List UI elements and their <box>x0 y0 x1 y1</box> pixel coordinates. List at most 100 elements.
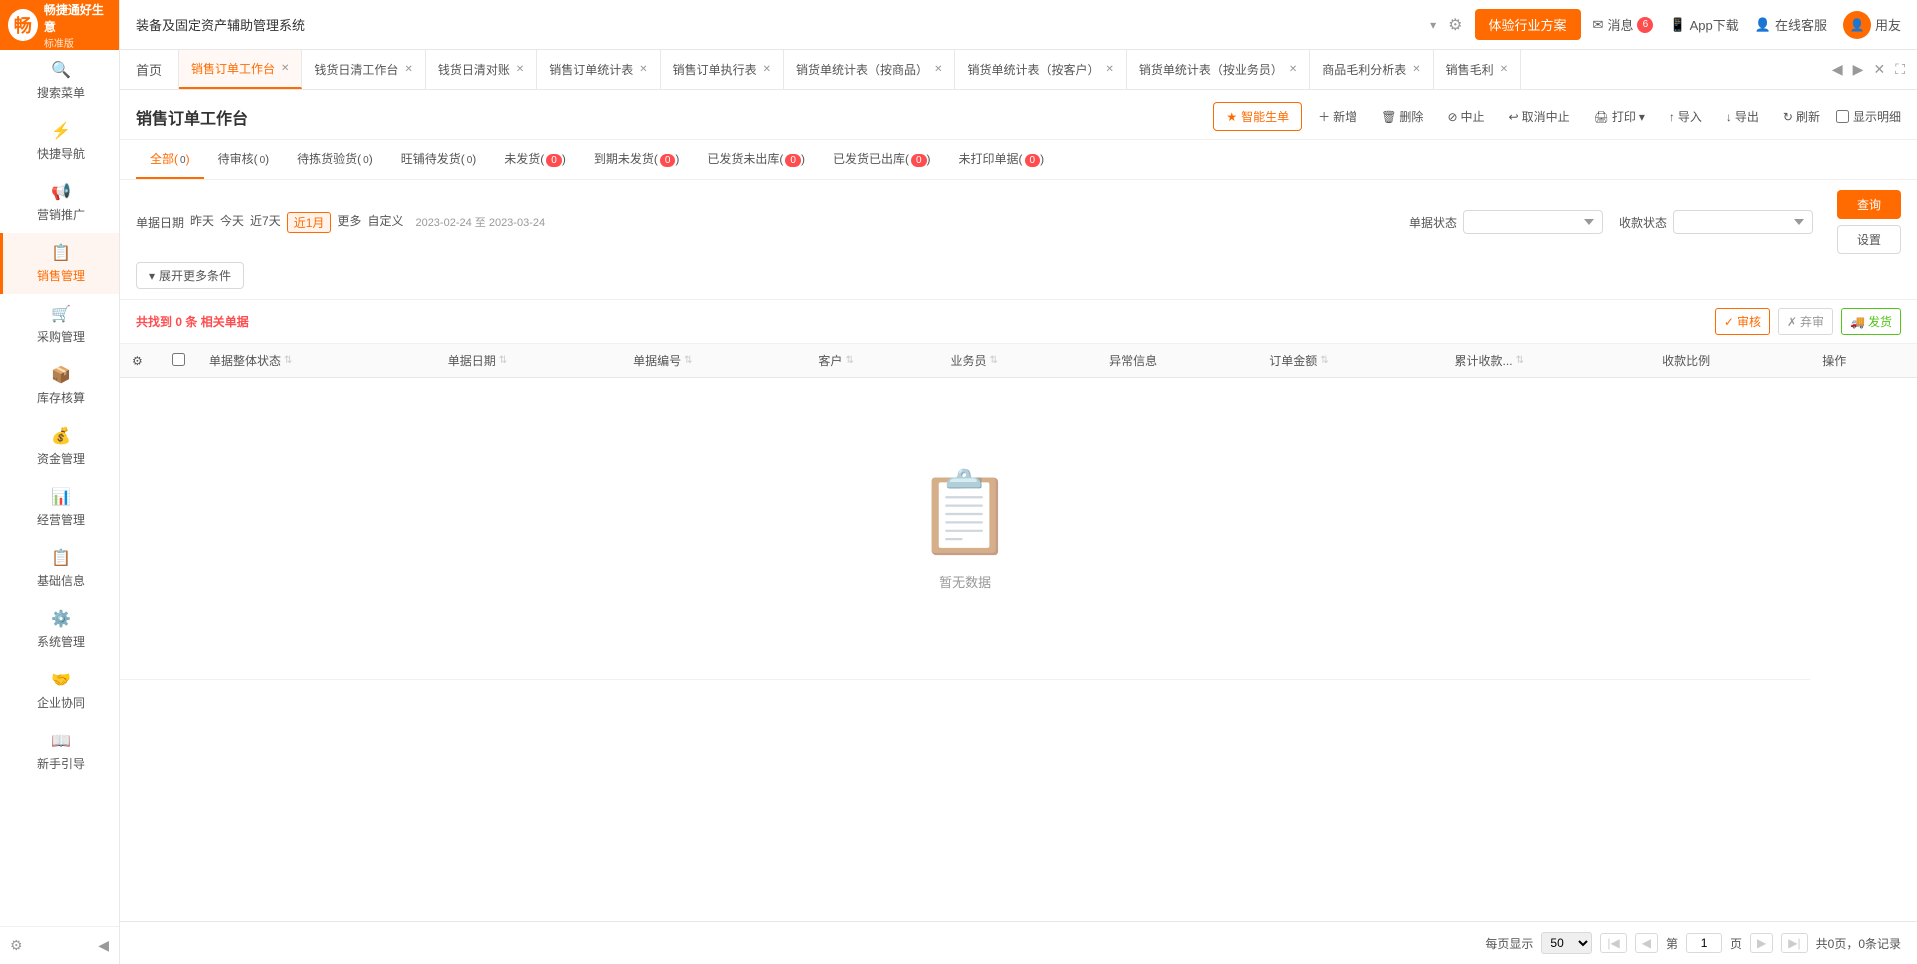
tab-next-button[interactable]: ▶ <box>1849 59 1868 80</box>
select-all-checkbox[interactable] <box>172 353 185 366</box>
suspend-button[interactable]: ⊘ 中止 <box>1439 104 1492 129</box>
deaudit-button[interactable]: ✗ 弃审 <box>1778 308 1833 335</box>
tab-sales_gross[interactable]: 销售毛利 ✕ <box>1434 50 1521 89</box>
tab-close-margin_analysis[interactable]: ✕ <box>1412 64 1420 75</box>
basic-icon: 📋 <box>51 548 71 568</box>
date-link-更多[interactable]: 更多 <box>337 212 361 233</box>
subtab-all[interactable]: 全部(0) <box>136 140 204 179</box>
tab-label: 销售毛利 <box>1446 61 1494 78</box>
sidebar-item-basic[interactable]: 📋基础信息 <box>0 538 119 599</box>
sidebar-settings-button[interactable]: ⚙ <box>10 937 23 954</box>
first-page-button[interactable]: |◀ <box>1600 933 1626 953</box>
user-menu[interactable]: 👤 用友 <box>1843 11 1901 39</box>
online-service-button[interactable]: 👤 在线客服 <box>1755 15 1827 34</box>
tab-home[interactable]: 首页 <box>120 50 179 89</box>
setting-button[interactable]: 设置 <box>1837 225 1901 254</box>
expand-filter-button[interactable]: ▾ 展开更多条件 <box>136 262 244 289</box>
tab-close-sales_summary_product[interactable]: ✕ <box>934 64 942 75</box>
tab-cash_daily[interactable]: 钱货日清工作台✕ <box>302 50 425 89</box>
cancel-suspend-button[interactable]: ↩ 取消中止 <box>1501 104 1578 129</box>
subtab-count: 0 <box>260 155 266 166</box>
show-detail-input[interactable] <box>1836 110 1849 123</box>
tab-close-cash_daily[interactable]: ✕ <box>404 64 412 75</box>
tab-close-sales_workbench[interactable]: ✕ <box>281 63 289 74</box>
status-select[interactable] <box>1463 210 1603 234</box>
subtab-pending_check[interactable]: 待拣货验货(0) <box>283 140 387 179</box>
print-dropdown-icon: ▾ <box>1639 110 1645 124</box>
tab-sales_summary_customer[interactable]: 销货单统计表（按客户）✕ <box>955 50 1126 89</box>
tab-close-all-button[interactable]: ✕ <box>1869 59 1889 80</box>
last-page-button[interactable]: ▶| <box>1781 933 1807 953</box>
app-download-button[interactable]: 📱 App下载 <box>1669 15 1738 34</box>
delete-button[interactable]: 🗑 删除 <box>1373 104 1431 129</box>
subtab-pending_review[interactable]: 待审核(0) <box>204 140 284 179</box>
subtab-label: 待审核(0) <box>218 152 270 166</box>
subtab-wangpu_ship[interactable]: 旺铺待发货(0) <box>387 140 491 179</box>
date-link-自定义[interactable]: 自定义 <box>367 212 403 233</box>
tab-prev-button[interactable]: ◀ <box>1828 59 1847 80</box>
import-icon: ↑ <box>1669 110 1675 124</box>
sidebar-item-search[interactable]: 🔍搜索菜单 <box>0 50 119 111</box>
tab-margin_analysis[interactable]: 商品毛利分析表✕ <box>1310 50 1433 89</box>
tab-close-sales_stats[interactable]: ✕ <box>639 64 647 75</box>
show-detail-checkbox[interactable]: 显示明细 <box>1836 108 1901 125</box>
sidebar-item-quicknav[interactable]: ⚡快捷导航 <box>0 111 119 172</box>
sidebar-item-finance[interactable]: 💰资金管理 <box>0 416 119 477</box>
deaudit-icon: ✗ <box>1787 315 1797 329</box>
tab-sales_exec[interactable]: 销售订单执行表✕ <box>661 50 784 89</box>
sidebar-item-operations[interactable]: 📊经营管理 <box>0 477 119 538</box>
page-input[interactable] <box>1686 933 1722 953</box>
sidebar-item-inventory[interactable]: 📦库存核算 <box>0 355 119 416</box>
tab-close-sales_summary_staff[interactable]: ✕ <box>1289 64 1297 75</box>
sidebar-item-guide[interactable]: 📖新手引导 <box>0 721 119 782</box>
date-link-近7天[interactable]: 近7天 <box>250 212 281 233</box>
subtab-shipped_not_out[interactable]: 已发货未出库(0) <box>693 140 819 179</box>
finance-icon: 💰 <box>51 426 71 446</box>
collect-select[interactable] <box>1673 210 1813 234</box>
sidebar-item-sales[interactable]: 📋销售管理 <box>0 233 119 294</box>
date-range: 2023-02-24 至 2023-03-24 <box>415 214 545 230</box>
sidebar-item-purchase[interactable]: 🛒采购管理 <box>0 294 119 355</box>
title-dropdown-icon[interactable]: ▾ <box>1430 18 1436 32</box>
add-button[interactable]: ＋ 新增 <box>1310 104 1365 129</box>
date-link-昨天[interactable]: 昨天 <box>190 212 214 233</box>
per-page-select[interactable]: 50 10 20 100 <box>1541 932 1592 954</box>
smart-order-button[interactable]: ★ 智能生单 <box>1213 102 1302 131</box>
import-button[interactable]: ↑ 导入 <box>1661 104 1710 129</box>
date-link-今天[interactable]: 今天 <box>220 212 244 233</box>
tab-close-sales_exec[interactable]: ✕ <box>763 64 771 75</box>
topbar-gear-icon[interactable]: ⚙ <box>1448 15 1462 35</box>
export-button[interactable]: ↓ 导出 <box>1718 104 1767 129</box>
tab-fullscreen-button[interactable]: ⛶ <box>1891 59 1909 80</box>
subtab-not_printed[interactable]: 未打印单据(0) <box>945 140 1059 179</box>
date-link-近1月[interactable]: 近1月 <box>287 212 332 233</box>
quicknav-icon: ⚡ <box>51 121 71 141</box>
sidebar-item-marketing[interactable]: 📢营销推广 <box>0 172 119 233</box>
tab-sales_summary_staff[interactable]: 销货单统计表（按业务员）✕ <box>1127 50 1310 89</box>
subtab-not_shipped[interactable]: 未发货(0) <box>490 140 580 179</box>
tab-sales_workbench[interactable]: 销售订单工作台 ✕ <box>179 50 302 89</box>
audit-button[interactable]: ✓ 审核 <box>1715 308 1770 335</box>
sidebar-item-system[interactable]: ⚙️系统管理 <box>0 599 119 660</box>
print-button[interactable]: 🖨 打印 ▾ <box>1586 104 1653 129</box>
tab-label: 销售订单工作台 <box>191 60 275 77</box>
industry-button[interactable]: 体验行业方案 <box>1475 9 1581 40</box>
tab-close-cash_reconcile[interactable]: ✕ <box>516 64 524 75</box>
tab-sales_stats[interactable]: 销售订单统计表✕ <box>537 50 660 89</box>
ship-button[interactable]: 🚚 发货 <box>1841 308 1901 335</box>
tab-cash_reconcile[interactable]: 钱货日清对账✕ <box>426 50 537 89</box>
next-page-button[interactable]: ▶ <box>1750 933 1773 953</box>
prev-page-button[interactable]: ◀ <box>1635 933 1658 953</box>
sidebar-item-collab[interactable]: 🤝企业协同 <box>0 660 119 721</box>
subtab-overdue_ship[interactable]: 到期未发货(0) <box>580 140 694 179</box>
tab-sales_summary_product[interactable]: 销货单统计表（按商品）✕ <box>784 50 955 89</box>
sidebar-item-label: 经营管理 <box>37 511 85 528</box>
tab-close-sales_gross[interactable]: ✕ <box>1500 64 1508 75</box>
query-button[interactable]: 查询 <box>1837 190 1901 219</box>
sidebar-collapse-button[interactable]: ◀ <box>98 937 109 954</box>
tab-close-sales_summary_customer[interactable]: ✕ <box>1105 64 1113 75</box>
message-button[interactable]: ✉ 消息 6 <box>1593 15 1654 34</box>
delete-icon: 🗑 <box>1381 110 1396 124</box>
refresh-button[interactable]: ↻ 刷新 <box>1775 104 1828 129</box>
subtab-shipped_out[interactable]: 已发货已出库(0) <box>819 140 945 179</box>
